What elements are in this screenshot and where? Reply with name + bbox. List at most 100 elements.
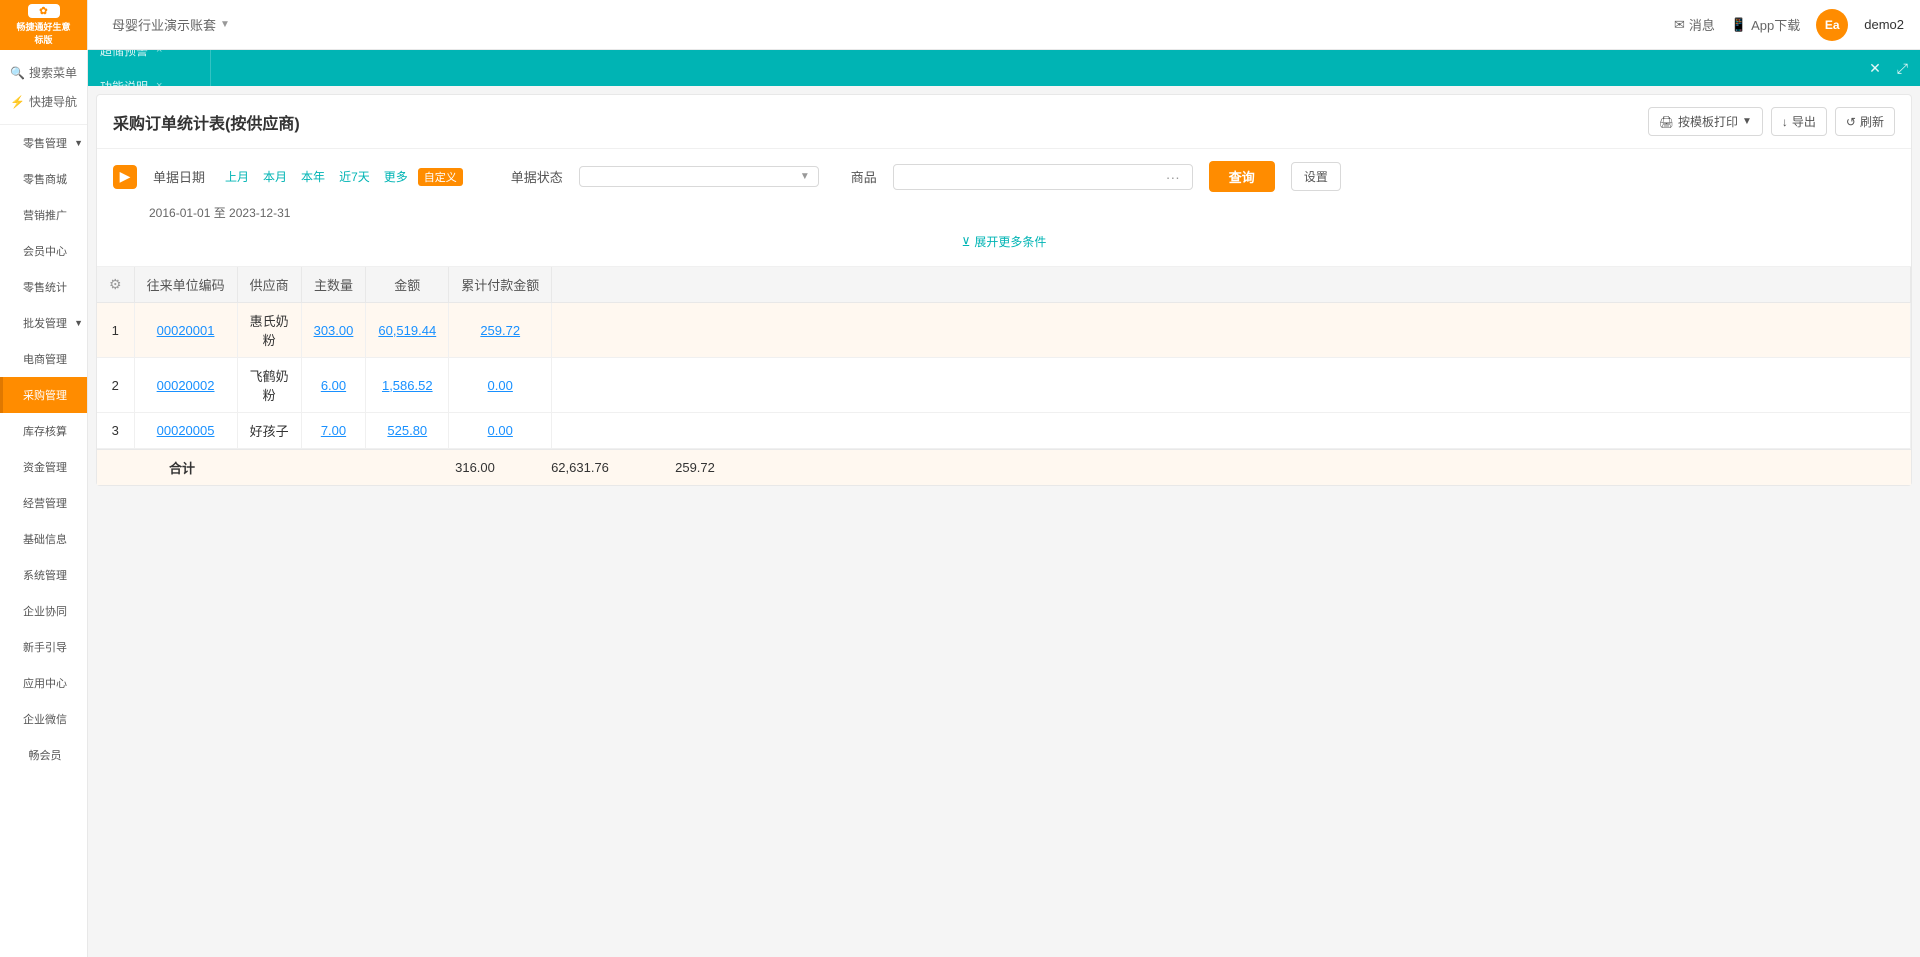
- quick-nav-item[interactable]: ⚡ 快捷导航: [6, 87, 81, 116]
- chevron-right-icon: ▶: [120, 168, 131, 185]
- sidebar-item-vip[interactable]: 畅会员: [0, 737, 87, 773]
- row-supplier: 惠氏奶粉: [237, 303, 301, 358]
- status-select[interactable]: ▼: [579, 166, 819, 187]
- row-amount[interactable]: 60,519.44: [366, 303, 449, 358]
- sidebar-item-label: 企业微信: [23, 711, 67, 727]
- settings-button[interactable]: 设置: [1291, 162, 1341, 191]
- sidebar-item-wechat[interactable]: 企业微信: [0, 701, 87, 737]
- tab-label: 超储预警: [100, 50, 148, 59]
- tab-bar: 首页 收发存汇总表 ×要货单统计表 ×可用量库存账本 ×保质期查询 ×超储预警 …: [88, 50, 1920, 86]
- sidebar-item-newguide[interactable]: 新手引导: [0, 629, 87, 665]
- sidebar-item-member[interactable]: 会员中心: [0, 233, 87, 269]
- print-icon: 🖨: [1659, 115, 1674, 129]
- tab-label: 功能说明: [100, 78, 148, 87]
- row-qty[interactable]: 303.00: [301, 303, 366, 358]
- row-qty[interactable]: 6.00: [301, 358, 366, 413]
- sidebar-item-label: 新手引导: [23, 639, 67, 655]
- col-qty: 主数量: [301, 267, 366, 303]
- sidebar-item-label: 经营管理: [23, 495, 67, 511]
- sidebar-item-inventory[interactable]: 库存核算: [0, 413, 87, 449]
- row-amount[interactable]: 525.80: [366, 413, 449, 449]
- sidebar-item-label: 电商管理: [23, 351, 67, 367]
- tab-overstock-warning[interactable]: 超储预警 ×: [88, 50, 211, 68]
- sidebar-item-appstore[interactable]: 应用中心: [0, 665, 87, 701]
- export-button[interactable]: ↓ 导出: [1771, 107, 1827, 136]
- row-code[interactable]: 00020002: [134, 358, 237, 413]
- sidebar-item-label: 零售商城: [23, 171, 67, 187]
- search-icon: 🔍: [10, 66, 25, 80]
- row-supplier: 好孩子: [237, 413, 301, 449]
- row-qty[interactable]: 7.00: [301, 413, 366, 449]
- refresh-button[interactable]: ↺ 刷新: [1835, 107, 1895, 136]
- goods-input-wrap: ···: [893, 164, 1193, 190]
- date-last-month[interactable]: 上月: [221, 167, 253, 186]
- message-action[interactable]: ✉ 消息: [1674, 15, 1715, 34]
- sidebar-item-ecommerce[interactable]: 电商管理: [0, 341, 87, 377]
- table-header: ⚙ 往来单位编码 供应商 主数量 金额 累计付款金额: [97, 267, 1911, 303]
- data-table: ⚙ 往来单位编码 供应商 主数量 金额 累计付款金额 1 00020001: [97, 267, 1911, 449]
- footer-paid: 259.72: [635, 460, 755, 475]
- dropdown-arrow-icon: ▼: [220, 19, 230, 30]
- tab-feature-desc[interactable]: 功能说明 ×: [88, 68, 211, 86]
- filter-toggle-button[interactable]: ▶: [113, 165, 137, 189]
- sidebar-item-enterprise[interactable]: 企业协同: [0, 593, 87, 629]
- tab-close-icon[interactable]: ×: [156, 50, 162, 56]
- sidebar-item-system[interactable]: 系统管理: [0, 557, 87, 593]
- custom-date-badge[interactable]: 自定义: [418, 168, 463, 186]
- goods-input[interactable]: [902, 170, 1162, 184]
- sidebar-item-retail[interactable]: 零售管理 ▼: [0, 125, 87, 161]
- row-paid[interactable]: 0.00: [449, 358, 552, 413]
- column-settings-icon[interactable]: ⚙: [109, 276, 122, 292]
- sidebar-item-retail-shop[interactable]: 零售商城: [0, 161, 87, 197]
- filter-row-1: ▶ 单据日期 上月 本月 本年 近7天 更多 自定义 单据状态 ▼: [113, 161, 1895, 192]
- row-code[interactable]: 00020005: [134, 413, 237, 449]
- sidebar-item-operations[interactable]: 经营管理: [0, 485, 87, 521]
- search-menu-item[interactable]: 🔍 搜索菜单: [6, 58, 81, 87]
- row-supplier: 飞鹤奶粉: [237, 358, 301, 413]
- row-paid[interactable]: 0.00: [449, 413, 552, 449]
- sidebar-item-purchase[interactable]: 采购管理: [0, 377, 87, 413]
- warehouse-selector[interactable]: 母婴行业演示账套 ▼: [104, 11, 238, 38]
- row-extra: [552, 413, 1911, 449]
- date-this-year[interactable]: 本年: [297, 167, 329, 186]
- row-code[interactable]: 00020001: [134, 303, 237, 358]
- top-bar-right: ✉ 消息 📱 App下载 Ea demo2: [1674, 9, 1904, 41]
- query-button[interactable]: 查询: [1209, 161, 1275, 192]
- date-7days[interactable]: 近7天: [335, 167, 374, 186]
- tab-maximize-btn[interactable]: ⤢: [1893, 58, 1912, 79]
- row-amount[interactable]: 1,586.52: [366, 358, 449, 413]
- page-content: 采购订单统计表(按供应商) 🖨 按模板打印 ▼ ↓ 导出 ↺ 刷新: [88, 86, 1920, 957]
- app-download-action[interactable]: 📱 App下载: [1731, 15, 1800, 34]
- sidebar-item-label: 畅会员: [29, 747, 62, 763]
- tab-bar-actions: ✕ ⤢: [1865, 58, 1920, 79]
- sidebar-item-label: 基础信息: [23, 531, 67, 547]
- goods-more-icon[interactable]: ···: [1162, 169, 1184, 185]
- status-dropdown-icon: ▼: [800, 171, 810, 182]
- message-label: 消息: [1689, 15, 1715, 34]
- date-this-month[interactable]: 本月: [259, 167, 291, 186]
- lightning-icon: ⚡: [10, 95, 25, 109]
- sidebar-item-label: 零售统计: [23, 279, 67, 295]
- sidebar-item-basic[interactable]: 基础信息: [0, 521, 87, 557]
- template-print-button[interactable]: 🖨 按模板打印 ▼: [1648, 107, 1763, 136]
- sidebar-item-finance[interactable]: 资金管理: [0, 449, 87, 485]
- user-name[interactable]: demo2: [1864, 17, 1904, 32]
- tab-close-btn[interactable]: ✕: [1865, 58, 1885, 79]
- sidebar-item-label: 批发管理: [23, 315, 67, 331]
- user-avatar[interactable]: Ea: [1816, 9, 1848, 41]
- expand-more-button[interactable]: ⊻ 展开更多条件: [954, 229, 1055, 254]
- row-no: 3: [97, 413, 134, 449]
- col-extra: [552, 267, 1911, 303]
- row-no: 1: [97, 303, 134, 358]
- page-actions: 🖨 按模板打印 ▼ ↓ 导出 ↺ 刷新: [1648, 107, 1895, 136]
- app-download-label: App下载: [1751, 15, 1800, 34]
- row-paid[interactable]: 259.72: [449, 303, 552, 358]
- table-row: 1 00020001 惠氏奶粉 303.00 60,519.44 259.72: [97, 303, 1911, 358]
- sidebar-item-retail-stat[interactable]: 零售统计: [0, 269, 87, 305]
- sidebar-item-marketing[interactable]: 营销推广: [0, 197, 87, 233]
- message-icon: ✉: [1674, 17, 1685, 33]
- sidebar-item-wholesale[interactable]: 批发管理 ▼: [0, 305, 87, 341]
- date-more[interactable]: 更多: [380, 167, 412, 186]
- sidebar-item-label: 企业协同: [23, 603, 67, 619]
- logo-text: 畅捷通好生意: [16, 20, 70, 33]
